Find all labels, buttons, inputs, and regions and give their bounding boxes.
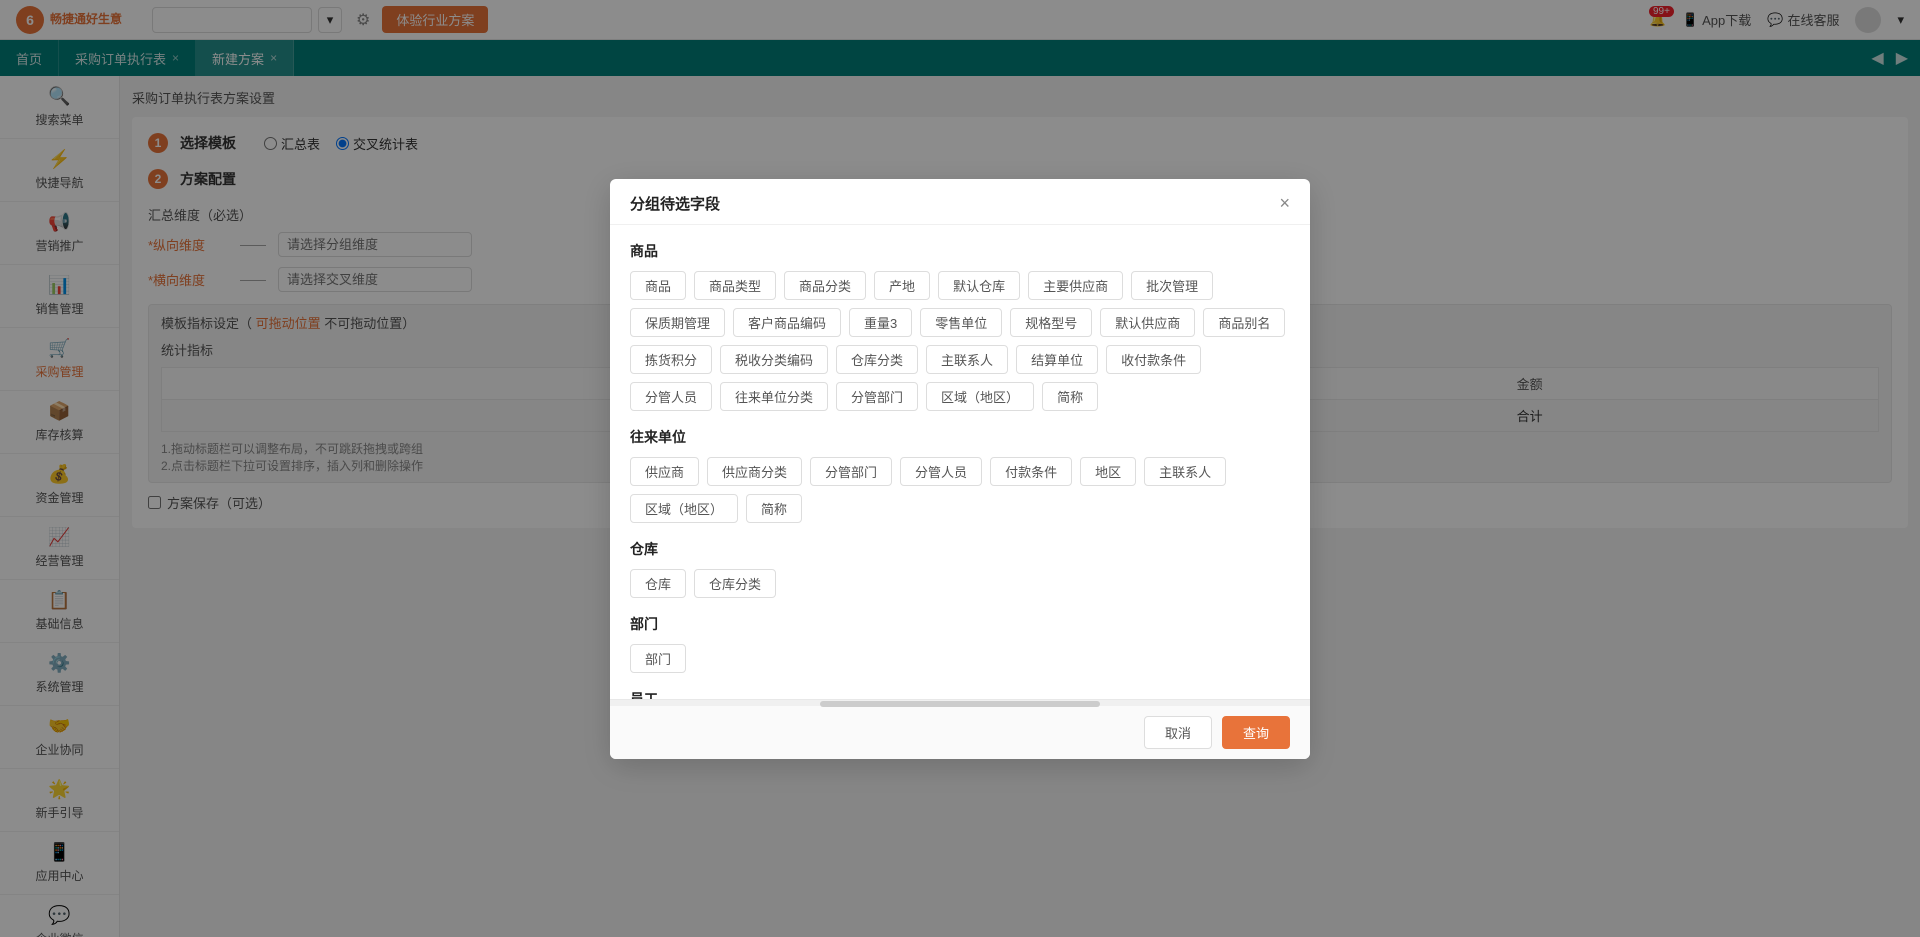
field-group-employee: 员工 业务员: [630, 689, 1290, 699]
field-chip-pick-points[interactable]: 拣货积分: [630, 345, 712, 374]
field-chips-partner: 供应商 供应商分类 分管部门 分管人员 付款条件 地区 主联系人 区域（地区） …: [630, 457, 1290, 523]
modal-title: 分组待选字段: [630, 193, 720, 214]
field-chip-main-supplier[interactable]: 主要供应商: [1028, 271, 1123, 300]
modal-hscroll-thumb: [820, 701, 1100, 707]
field-chips-department: 部门: [630, 644, 1290, 673]
field-chip-area[interactable]: 地区: [1080, 457, 1136, 486]
field-group-employee-title: 员工: [630, 689, 1290, 699]
field-chip-product-alias[interactable]: 商品别名: [1203, 308, 1285, 337]
modal-overlay: 分组待选字段 × 商品 商品 商品类型 商品分类 产地 默认仓库 主要供应商 批…: [0, 0, 1920, 937]
field-chip-manager[interactable]: 分管人员: [630, 382, 712, 411]
field-chips-warehouse: 仓库 仓库分类: [630, 569, 1290, 598]
field-group-product: 商品 商品 商品类型 商品分类 产地 默认仓库 主要供应商 批次管理 保质期管理…: [630, 241, 1290, 411]
field-chip-warehouse-cat[interactable]: 仓库分类: [694, 569, 776, 598]
field-chip-partner-manager[interactable]: 分管人员: [900, 457, 982, 486]
field-chip-product-category[interactable]: 商品分类: [784, 271, 866, 300]
field-chip-batch-mgmt[interactable]: 批次管理: [1131, 271, 1213, 300]
modal-header: 分组待选字段 ×: [610, 179, 1310, 225]
field-chip-main-contact[interactable]: 主联系人: [926, 345, 1008, 374]
field-chip-region-partner[interactable]: 区域（地区）: [630, 494, 738, 523]
field-chip-department[interactable]: 部门: [630, 644, 686, 673]
field-group-warehouse: 仓库 仓库 仓库分类: [630, 539, 1290, 598]
modal-cancel-btn[interactable]: 取消: [1144, 716, 1212, 749]
field-chip-origin[interactable]: 产地: [874, 271, 930, 300]
field-chip-warehouse[interactable]: 仓库: [630, 569, 686, 598]
field-chip-retail-unit[interactable]: 零售单位: [920, 308, 1002, 337]
field-chip-customer-sku[interactable]: 客户商品编码: [733, 308, 841, 337]
field-chip-product[interactable]: 商品: [630, 271, 686, 300]
field-chip-supplier-category[interactable]: 供应商分类: [707, 457, 802, 486]
field-chip-weight[interactable]: 重量3: [849, 308, 912, 337]
modal-footer: 取消 查询: [610, 705, 1310, 759]
field-chip-pay-terms[interactable]: 付款条件: [990, 457, 1072, 486]
field-group-partner: 往来单位 供应商 供应商分类 分管部门 分管人员 付款条件 地区 主联系人 区域…: [630, 427, 1290, 523]
field-chip-supplier[interactable]: 供应商: [630, 457, 699, 486]
modal-body: 商品 商品 商品类型 商品分类 产地 默认仓库 主要供应商 批次管理 保质期管理…: [610, 225, 1310, 699]
field-chips-product: 商品 商品类型 商品分类 产地 默认仓库 主要供应商 批次管理 保质期管理 客户…: [630, 271, 1290, 411]
field-chip-region-product[interactable]: 区域（地区）: [926, 382, 1034, 411]
field-group-department: 部门 部门: [630, 614, 1290, 673]
field-chip-default-warehouse[interactable]: 默认仓库: [938, 271, 1020, 300]
field-group-partner-title: 往来单位: [630, 427, 1290, 447]
field-chip-payment-terms[interactable]: 收付款条件: [1106, 345, 1201, 374]
modal-hscroll[interactable]: [610, 699, 1310, 705]
field-group-department-title: 部门: [630, 614, 1290, 634]
field-chip-warehouse-category[interactable]: 仓库分类: [836, 345, 918, 374]
field-chip-partner-category[interactable]: 往来单位分类: [720, 382, 828, 411]
field-group-product-title: 商品: [630, 241, 1290, 261]
field-group-warehouse-title: 仓库: [630, 539, 1290, 559]
modal-close-btn[interactable]: ×: [1279, 193, 1290, 214]
field-chip-abbr-product[interactable]: 简称: [1042, 382, 1098, 411]
field-chip-settlement-unit[interactable]: 结算单位: [1016, 345, 1098, 374]
modal-confirm-btn[interactable]: 查询: [1222, 716, 1290, 749]
field-chip-product-type[interactable]: 商品类型: [694, 271, 776, 300]
field-chip-dept[interactable]: 分管部门: [836, 382, 918, 411]
field-chip-main-contact2[interactable]: 主联系人: [1144, 457, 1226, 486]
field-chip-partner-dept[interactable]: 分管部门: [810, 457, 892, 486]
field-chip-expiry-mgmt[interactable]: 保质期管理: [630, 308, 725, 337]
field-chip-abbr-partner[interactable]: 简称: [746, 494, 802, 523]
field-chip-tax-code[interactable]: 税收分类编码: [720, 345, 828, 374]
field-chip-default-supplier[interactable]: 默认供应商: [1100, 308, 1195, 337]
modal-dialog: 分组待选字段 × 商品 商品 商品类型 商品分类 产地 默认仓库 主要供应商 批…: [610, 179, 1310, 759]
field-chip-spec-model[interactable]: 规格型号: [1010, 308, 1092, 337]
